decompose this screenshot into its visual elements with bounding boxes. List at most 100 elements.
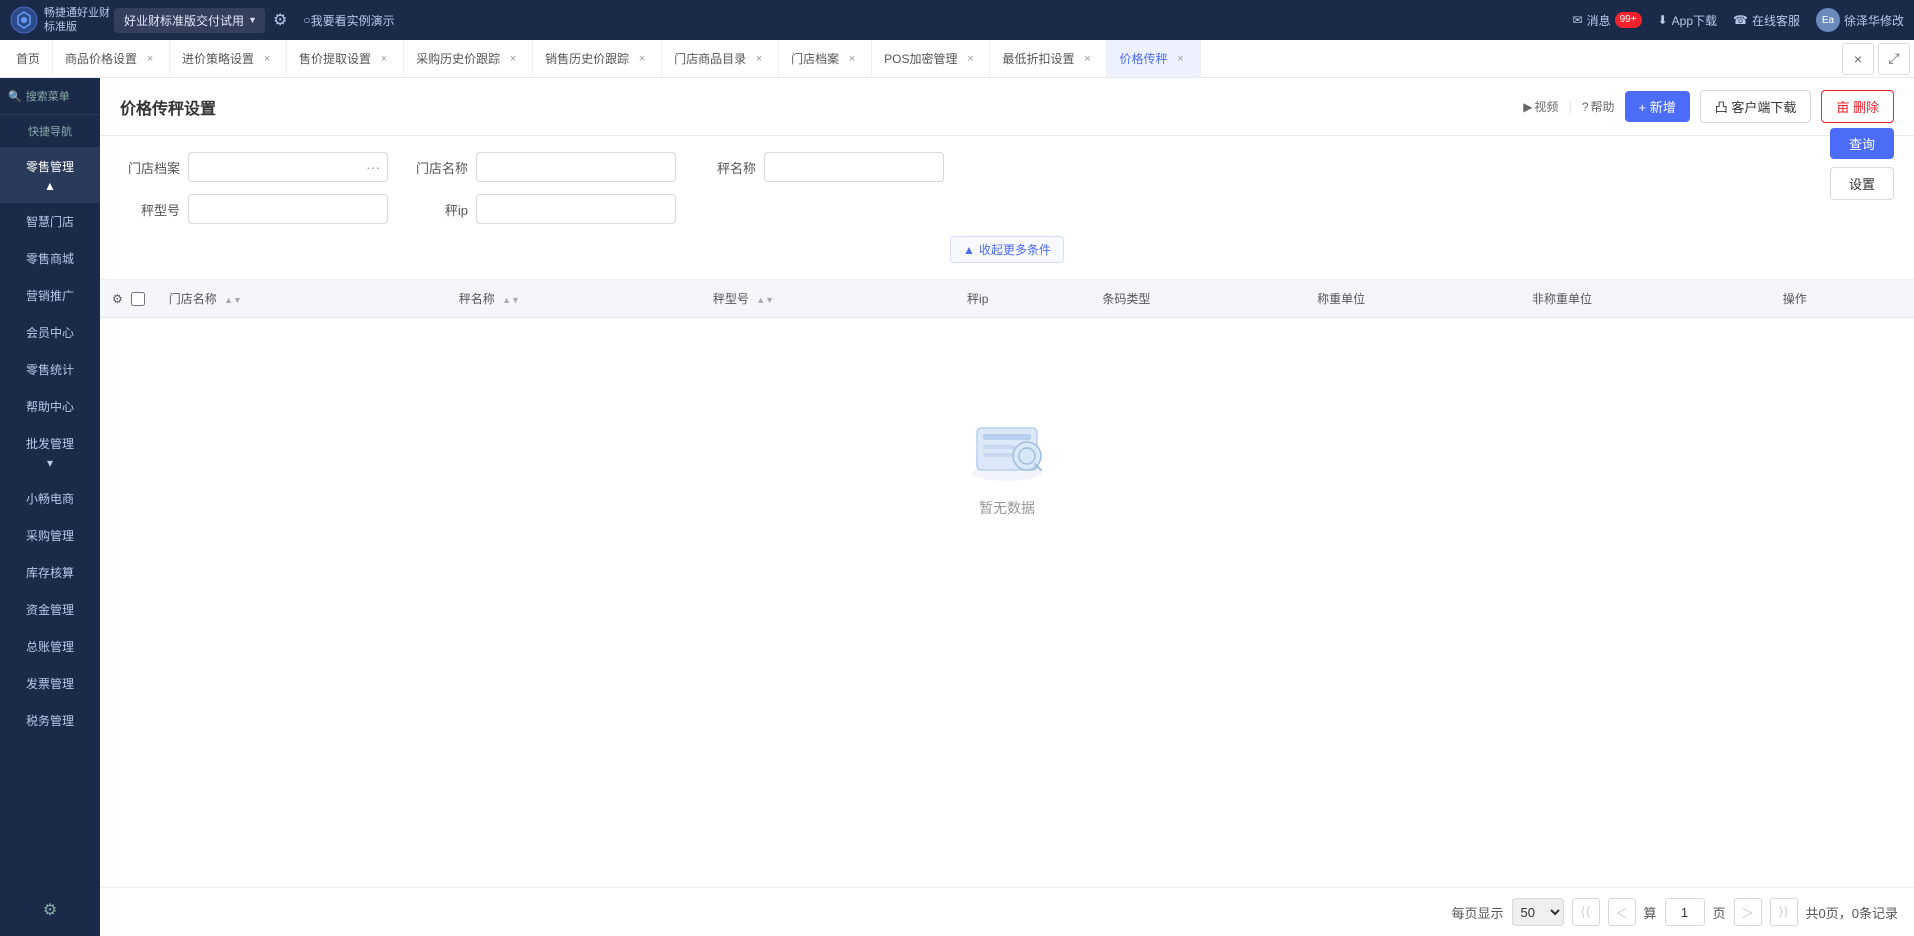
help-label: 帮助 — [1591, 98, 1615, 115]
close-icon[interactable]: × — [1174, 52, 1188, 66]
app-download-label: App下载 — [1672, 12, 1717, 29]
query-actions: 查询 设置 — [1830, 128, 1894, 200]
store-archive-label: 门店档案 — [120, 158, 180, 177]
sidebar-item-accounting[interactable]: 总账管理 — [0, 628, 100, 665]
sidebar-item-smart-store[interactable]: 智慧门店 — [0, 203, 100, 240]
sidebar-item-finance[interactable]: 资金管理 — [0, 591, 100, 628]
search-icon: 🔍 — [8, 90, 22, 103]
store-archive-input[interactable] — [188, 152, 388, 182]
page-number-input[interactable] — [1665, 898, 1705, 926]
page-size-select[interactable]: 50 10 20 100 — [1512, 898, 1564, 926]
scale-model-input[interactable] — [188, 194, 388, 224]
page-actions: ▶ 视频 | ? 帮助 + 新增 凸 客户端下载 亩 删除 — [1523, 90, 1894, 123]
sidebar-search[interactable]: 🔍 搜索菜单 — [0, 78, 100, 115]
next-page-button[interactable]: ＞ — [1734, 898, 1762, 926]
scale-model-label: 秤型号 — [120, 200, 180, 219]
page-title: 价格传秤设置 — [120, 95, 216, 119]
sidebar-item-wholesale[interactable]: 批发管理 ▾ — [0, 425, 100, 480]
sidebar-item-retail-mall[interactable]: 零售商城 — [0, 240, 100, 277]
sidebar-item-tax[interactable]: 税务管理 — [0, 702, 100, 739]
tabs-bar: 首页 商品价格设置 × 进价策略设置 × 售价提取设置 × 采购历史价跟踪 × … — [0, 40, 1914, 78]
demo-link[interactable]: ○ 我要看实例演示 — [303, 12, 394, 29]
tab-store-archive[interactable]: 门店档案 × — [779, 40, 872, 78]
scale-name-label: 秤名称 — [696, 158, 756, 177]
sidebar-gear-btn[interactable]: ⚙ — [34, 894, 66, 926]
help-link[interactable]: ? 帮助 — [1582, 98, 1615, 115]
chevron-icon: ▾ — [47, 456, 53, 470]
demo-icon: ○ — [303, 13, 310, 27]
page-size-label: 每页显示 — [1451, 903, 1503, 922]
close-icon[interactable]: × — [143, 52, 157, 66]
online-service-btn[interactable]: ☎ 在线客服 — [1733, 12, 1800, 29]
sidebar-item-retail-stats[interactable]: 零售统计 — [0, 351, 100, 388]
collapse-button[interactable]: ▲ 收起更多条件 — [950, 236, 1064, 263]
empty-text: 暂无数据 — [979, 498, 1035, 518]
sidebar-item-help[interactable]: 帮助中心 — [0, 388, 100, 425]
close-icon[interactable]: × — [1080, 52, 1094, 66]
close-icon[interactable]: × — [377, 52, 391, 66]
query-button[interactable]: 查询 — [1830, 128, 1894, 159]
last-page-button[interactable]: ⟩⟩ — [1770, 898, 1798, 926]
close-icon[interactable]: × — [845, 52, 859, 66]
sidebar-item-label: 库存核算 — [26, 564, 74, 581]
sidebar-item-label: 总账管理 — [26, 638, 74, 655]
sidebar-item-purchase[interactable]: 采购管理 — [0, 517, 100, 554]
first-page-button[interactable]: ⟨⟨ — [1572, 898, 1600, 926]
sidebar-item-member[interactable]: 会员中心 — [0, 314, 100, 351]
tab-purchase-history[interactable]: 采购历史价跟踪 × — [404, 40, 533, 78]
close-icon[interactable]: × — [260, 52, 274, 66]
tab-min-discount[interactable]: 最低折扣设置 × — [990, 40, 1107, 78]
tab-home[interactable]: 首页 — [4, 40, 53, 78]
sidebar-item-invoice[interactable]: 发票管理 — [0, 665, 100, 702]
scale-name-input[interactable] — [764, 152, 944, 182]
tab-store-catalog[interactable]: 门店商品目录 × — [662, 40, 779, 78]
close-icon[interactable]: × — [752, 52, 766, 66]
close-icon[interactable]: × — [635, 52, 649, 66]
config-icon[interactable]: ⚙ — [273, 10, 287, 30]
tab-goods-price[interactable]: 商品价格设置 × — [53, 40, 170, 78]
scale-ip-input[interactable] — [476, 194, 676, 224]
service-icon: ☎ — [1733, 13, 1748, 27]
tab-home-label: 首页 — [16, 50, 40, 67]
tabs-close-btn[interactable]: × — [1842, 43, 1874, 75]
tab-price-scale[interactable]: 价格传秤 × — [1107, 40, 1200, 78]
sidebar-item-ecommerce[interactable]: 小畅电商 — [0, 480, 100, 517]
sidebar-item-inventory[interactable]: 库存核算 — [0, 554, 100, 591]
tabs-restore-btn[interactable]: ⤢ — [1878, 43, 1910, 75]
sidebar-item-label: 智慧门店 — [26, 213, 74, 230]
app-download-btn[interactable]: ⬇ App下载 — [1658, 12, 1717, 29]
page-word: 算 — [1644, 903, 1657, 922]
video-link[interactable]: ▶ 视频 — [1523, 98, 1558, 115]
top-header: 畅捷通好业财 标准版 好业财标准版交付试用 ▾ ⚙ ○ 我要看实例演示 ✉ 消息… — [0, 0, 1914, 40]
delete-button[interactable]: 亩 删除 — [1821, 90, 1894, 123]
sidebar-quicknav[interactable]: 快捷导航 — [0, 115, 100, 148]
messages-btn[interactable]: ✉ 消息 99+ — [1573, 12, 1642, 29]
table-config-icon[interactable]: ⚙ — [112, 292, 123, 306]
client-download-button[interactable]: 凸 客户端下载 — [1700, 90, 1812, 123]
main-layout: 🔍 搜索菜单 快捷导航 零售管理 ▲ 智慧门店 零售商城 营销推广 会员中心 零… — [0, 78, 1914, 936]
table-header-row: ⚙ 门店名称 ▲▼ 秤名称 ▲▼ 秤型号 — [100, 280, 1914, 318]
store-name-input[interactable] — [476, 152, 676, 182]
ellipsis-icon[interactable]: ··· — [366, 159, 380, 175]
tab-sale-price[interactable]: 售价提取设置 × — [287, 40, 404, 78]
add-button[interactable]: + 新增 — [1625, 91, 1690, 122]
tab-sale-history[interactable]: 销售历史价跟踪 × — [533, 40, 662, 78]
sidebar-item-label: 采购管理 — [26, 527, 74, 544]
sidebar-item-label: 营销推广 — [26, 287, 74, 304]
select-all-checkbox[interactable] — [131, 292, 145, 306]
store-archive-group: 门店档案 ··· — [120, 152, 388, 182]
store-name-label: 门店名称 — [408, 158, 468, 177]
tab-label: 最低折扣设置 — [1002, 50, 1074, 67]
sidebar-item-retail[interactable]: 零售管理 ▲ — [0, 148, 100, 203]
prev-page-button[interactable]: ＜ — [1608, 898, 1636, 926]
username-label: 徐泽华修改 — [1844, 12, 1904, 29]
close-icon[interactable]: × — [506, 52, 520, 66]
tab-purchase-strategy[interactable]: 进价策略设置 × — [170, 40, 287, 78]
version-selector[interactable]: 好业财标准版交付试用 ▾ — [114, 8, 265, 33]
tab-pos[interactable]: POS加密管理 × — [872, 40, 990, 78]
close-icon[interactable]: × — [963, 52, 977, 66]
settings-button[interactable]: 设置 — [1830, 167, 1894, 200]
user-info[interactable]: Ea 徐泽华修改 — [1816, 8, 1904, 32]
sidebar-item-marketing[interactable]: 营销推广 — [0, 277, 100, 314]
form-row-1: 门店档案 ··· 门店名称 秤名称 — [120, 152, 1894, 182]
